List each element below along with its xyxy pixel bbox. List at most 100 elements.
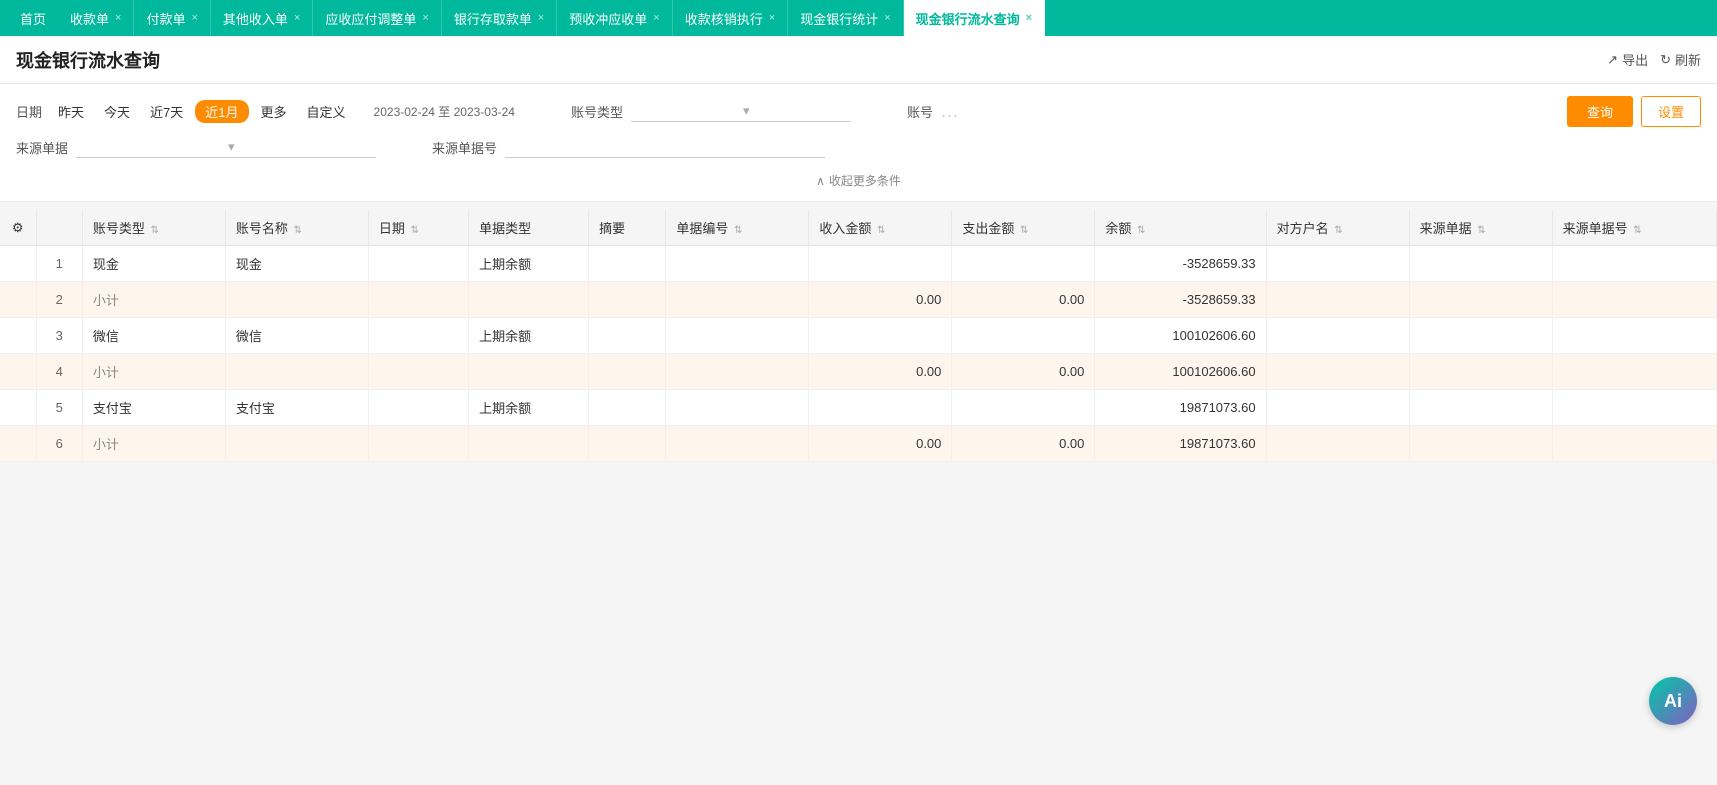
row-num-cell: 5	[36, 390, 82, 426]
row-gear-cell	[0, 426, 36, 462]
close-tab-icon[interactable]: ×	[294, 12, 300, 24]
th-account-name[interactable]: 账号名称 ⇅	[225, 210, 368, 246]
source-doc-cell	[1409, 426, 1552, 462]
th-source-doc[interactable]: 来源单据 ⇅	[1409, 210, 1552, 246]
nav-tab-应收应付调整单[interactable]: 应收应付调整单×	[313, 0, 441, 36]
th-account-type[interactable]: 账号类型 ⇅	[82, 210, 225, 246]
source-doc-cell	[1409, 390, 1552, 426]
sort-icon-balance: ⇅	[1137, 225, 1145, 236]
balance-cell: 100102606.60	[1095, 354, 1266, 390]
settings-button[interactable]: 设置	[1641, 96, 1701, 127]
close-tab-icon[interactable]: ×	[115, 12, 121, 24]
expense-cell	[952, 318, 1095, 354]
source-doc-no-cell	[1552, 282, 1716, 318]
th-source-doc-no[interactable]: 来源单据号 ⇅	[1552, 210, 1716, 246]
sort-icon-account-type: ⇅	[151, 225, 159, 236]
account-name-cell: 支付宝	[225, 390, 368, 426]
close-tab-icon[interactable]: ×	[1026, 12, 1032, 24]
th-income[interactable]: 收入金额 ⇅	[809, 210, 952, 246]
account-type-cell: 小计	[82, 282, 225, 318]
summary-cell	[589, 390, 666, 426]
source-doc-no-cell	[1552, 390, 1716, 426]
ai-badge[interactable]: Ai	[1649, 677, 1697, 725]
table-row: 5支付宝支付宝上期余额19871073.60	[0, 390, 1717, 426]
date-range-display: 2023-02-24 至 2023-03-24	[374, 103, 515, 120]
refresh-button[interactable]: ↻ 刷新	[1660, 50, 1701, 69]
account-type-cell: 现金	[82, 246, 225, 282]
filter-area: 日期 昨天今天近7天近1月更多自定义 2023-02-24 至 2023-03-…	[0, 84, 1717, 202]
account-type-select[interactable]: ▾	[631, 101, 851, 122]
table-row: 4小计0.000.00100102606.60	[0, 354, 1717, 390]
close-tab-icon[interactable]: ×	[653, 12, 659, 24]
account-type-cell: 微信	[82, 318, 225, 354]
th-doc-type: 单据类型	[469, 210, 589, 246]
account-type-filter-group: 账号类型 ▾	[571, 101, 851, 122]
nav-tab-现金银行流水查询[interactable]: 现金银行流水查询×	[904, 0, 1045, 36]
close-tab-icon[interactable]: ×	[884, 12, 890, 24]
source-doc-cell	[1409, 282, 1552, 318]
account-type-cell: 小计	[82, 354, 225, 390]
close-tab-icon[interactable]: ×	[191, 12, 197, 24]
top-nav: 首页 收款单×付款单×其他收入单×应收应付调整单×银行存取款单×预收冲应收单×收…	[0, 0, 1717, 36]
date-btn-近1月[interactable]: 近1月	[195, 100, 248, 123]
date-label: 日期	[16, 102, 42, 121]
nav-tab-收款单[interactable]: 收款单×	[58, 0, 134, 36]
close-tab-icon[interactable]: ×	[769, 12, 775, 24]
th-row-num	[36, 210, 82, 246]
doc-type-cell: 上期余额	[469, 318, 589, 354]
counterpart-cell	[1266, 318, 1409, 354]
header-row: ⚙ 账号类型 ⇅ 账号名称 ⇅ 日期 ⇅ 单据类型 摘要 单据编号 ⇅ 收入金额…	[0, 210, 1717, 246]
source-doc-select[interactable]: ▾	[76, 137, 376, 158]
close-tab-icon[interactable]: ×	[538, 12, 544, 24]
query-button[interactable]: 查询	[1567, 96, 1633, 127]
collapse-up-icon: ∧	[816, 174, 825, 188]
income-cell	[809, 390, 952, 426]
export-button[interactable]: ↗ 导出	[1607, 50, 1648, 69]
account-name-cell: 现金	[225, 246, 368, 282]
date-cell	[368, 246, 468, 282]
close-tab-icon[interactable]: ×	[422, 12, 428, 24]
table-row: 6小计0.000.0019871073.60	[0, 426, 1717, 462]
collapse-label: 收起更多条件	[829, 172, 901, 189]
account-name-cell	[225, 426, 368, 462]
table-body: 1现金现金上期余额-3528659.332小计0.000.00-3528659.…	[0, 246, 1717, 462]
doc-type-cell: 上期余额	[469, 390, 589, 426]
expense-cell: 0.00	[952, 354, 1095, 390]
counterpart-cell	[1266, 282, 1409, 318]
doc-type-cell	[469, 426, 589, 462]
th-doc-no[interactable]: 单据编号 ⇅	[666, 210, 809, 246]
source-doc-cell	[1409, 246, 1552, 282]
nav-tab-付款单[interactable]: 付款单×	[134, 0, 210, 36]
table-header: ⚙ 账号类型 ⇅ 账号名称 ⇅ 日期 ⇅ 单据类型 摘要 单据编号 ⇅ 收入金额…	[0, 210, 1717, 246]
nav-tab-预收冲应收单[interactable]: 预收冲应收单×	[557, 0, 672, 36]
date-btn-更多[interactable]: 更多	[253, 100, 295, 123]
nav-tab-其他收入单[interactable]: 其他收入单×	[211, 0, 313, 36]
summary-cell	[589, 282, 666, 318]
collapse-bar[interactable]: ∧ 收起更多条件	[16, 168, 1701, 193]
date-btn-近7天[interactable]: 近7天	[142, 100, 191, 123]
date-btn-昨天[interactable]: 昨天	[50, 100, 92, 123]
th-date[interactable]: 日期 ⇅	[368, 210, 468, 246]
date-cell	[368, 318, 468, 354]
nav-tab-收款核销执行[interactable]: 收款核销执行×	[673, 0, 788, 36]
expense-cell	[952, 390, 1095, 426]
source-doc-cell	[1409, 318, 1552, 354]
source-doc-no-input[interactable]	[505, 138, 825, 158]
date-btn-今天[interactable]: 今天	[96, 100, 138, 123]
date-range-options: 昨天今天近7天近1月更多自定义	[50, 100, 354, 123]
th-expense[interactable]: 支出金额 ⇅	[952, 210, 1095, 246]
doc-no-cell	[666, 426, 809, 462]
th-balance[interactable]: 余额 ⇅	[1095, 210, 1266, 246]
row-num-cell: 3	[36, 318, 82, 354]
nav-tab-现金银行统计[interactable]: 现金银行统计×	[788, 0, 903, 36]
counterpart-cell	[1266, 390, 1409, 426]
row-gear-cell	[0, 282, 36, 318]
date-btn-自定义[interactable]: 自定义	[299, 100, 354, 123]
th-counterpart[interactable]: 对方户名 ⇅	[1266, 210, 1409, 246]
gear-icon[interactable]: ⚙	[12, 220, 24, 235]
date-cell	[368, 426, 468, 462]
nav-home[interactable]: 首页	[8, 9, 58, 28]
income-cell: 0.00	[809, 426, 952, 462]
nav-tab-银行存取款单[interactable]: 银行存取款单×	[442, 0, 557, 36]
sort-icon-doc-no: ⇅	[734, 225, 742, 236]
